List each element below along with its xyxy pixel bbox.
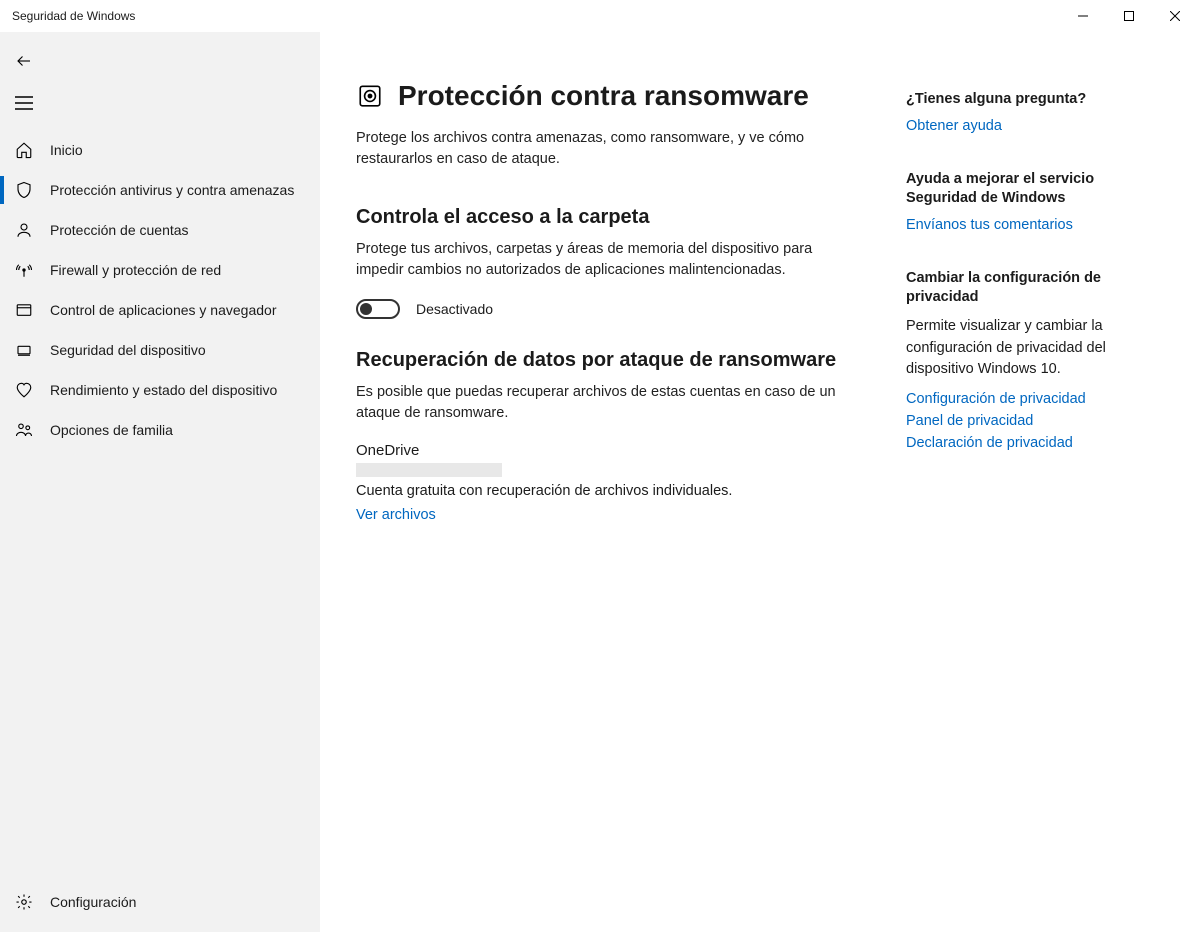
ransomware-icon: [356, 82, 384, 110]
page-title: Protección contra ransomware: [398, 80, 809, 112]
nav-firewall[interactable]: Firewall y protección de red: [0, 250, 320, 290]
family-icon: [14, 420, 34, 440]
privacy-statement-link[interactable]: Declaración de privacidad: [906, 435, 1166, 451]
get-help-link[interactable]: Obtener ayuda: [906, 118, 1166, 134]
minimize-button[interactable]: [1060, 0, 1106, 32]
privacy-heading: Cambiar la configuración de privacidad: [906, 269, 1166, 308]
heart-icon: [14, 380, 34, 400]
close-button[interactable]: [1152, 0, 1198, 32]
nav-label: Opciones de familia: [50, 422, 173, 438]
onedrive-account-email: [356, 463, 502, 477]
onedrive-desc: Cuenta gratuita con recuperación de arch…: [356, 483, 866, 499]
nav-label: Control de aplicaciones y navegador: [50, 302, 276, 318]
menu-button[interactable]: [0, 82, 48, 124]
nav-app-browser[interactable]: Control de aplicaciones y navegador: [0, 290, 320, 330]
privacy-text: Permite visualizar y cambiar la configur…: [906, 316, 1166, 381]
nav-label: Protección antivirus y contra amenazas: [50, 182, 294, 198]
nav-family[interactable]: Opciones de familia: [0, 410, 320, 450]
privacy-dashboard-link[interactable]: Panel de privacidad: [906, 413, 1166, 429]
person-icon: [14, 220, 34, 240]
toggle-state-label: Desactivado: [416, 301, 493, 317]
recovery-heading: Recuperación de datos por ataque de rans…: [356, 349, 866, 372]
help-heading: ¿Tienes alguna pregunta?: [906, 90, 1166, 110]
chip-icon: [14, 340, 34, 360]
nav-label: Configuración: [50, 894, 136, 910]
nav-label: Seguridad del dispositivo: [50, 342, 206, 358]
gear-icon: [14, 892, 34, 912]
nav-account-protection[interactable]: Protección de cuentas: [0, 210, 320, 250]
nav-home[interactable]: Inicio: [0, 130, 320, 170]
nav-label: Inicio: [50, 142, 83, 158]
recovery-desc: Es posible que puedas recuperar archivos…: [356, 382, 836, 424]
window-title: Seguridad de Windows: [12, 9, 135, 23]
side-panel: ¿Tienes alguna pregunta? Obtener ayuda A…: [906, 80, 1166, 912]
nav-virus-threat[interactable]: Protección antivirus y contra amenazas: [0, 170, 320, 210]
back-button[interactable]: [0, 40, 48, 82]
nav-label: Protección de cuentas: [50, 222, 189, 238]
window-icon: [14, 300, 34, 320]
titlebar: Seguridad de Windows: [0, 0, 1198, 32]
nav-device-security[interactable]: Seguridad del dispositivo: [0, 330, 320, 370]
antenna-icon: [14, 260, 34, 280]
folder-access-heading: Controla el acceso a la carpeta: [356, 206, 866, 229]
main-content: Protección contra ransomware Protege los…: [356, 80, 866, 912]
sidebar: Inicio Protección antivirus y contra ame…: [0, 32, 320, 932]
page-lead: Protege los archivos contra amenazas, co…: [356, 128, 826, 170]
feedback-heading: Ayuda a mejorar el servicio Seguridad de…: [906, 170, 1166, 209]
folder-access-desc: Protege tus archivos, carpetas y áreas d…: [356, 239, 836, 281]
window-controls: [1060, 0, 1198, 32]
nav-device-health[interactable]: Rendimiento y estado del dispositivo: [0, 370, 320, 410]
shield-icon: [14, 180, 34, 200]
nav-label: Rendimiento y estado del dispositivo: [50, 382, 277, 398]
privacy-settings-link[interactable]: Configuración de privacidad: [906, 391, 1166, 407]
send-feedback-link[interactable]: Envíanos tus comentarios: [906, 217, 1166, 233]
folder-access-toggle[interactable]: [356, 299, 400, 319]
nav-settings[interactable]: Configuración: [0, 882, 320, 922]
nav-label: Firewall y protección de red: [50, 262, 221, 278]
maximize-button[interactable]: [1106, 0, 1152, 32]
onedrive-label: OneDrive: [356, 442, 866, 459]
home-icon: [14, 140, 34, 160]
view-files-link[interactable]: Ver archivos: [356, 507, 866, 523]
